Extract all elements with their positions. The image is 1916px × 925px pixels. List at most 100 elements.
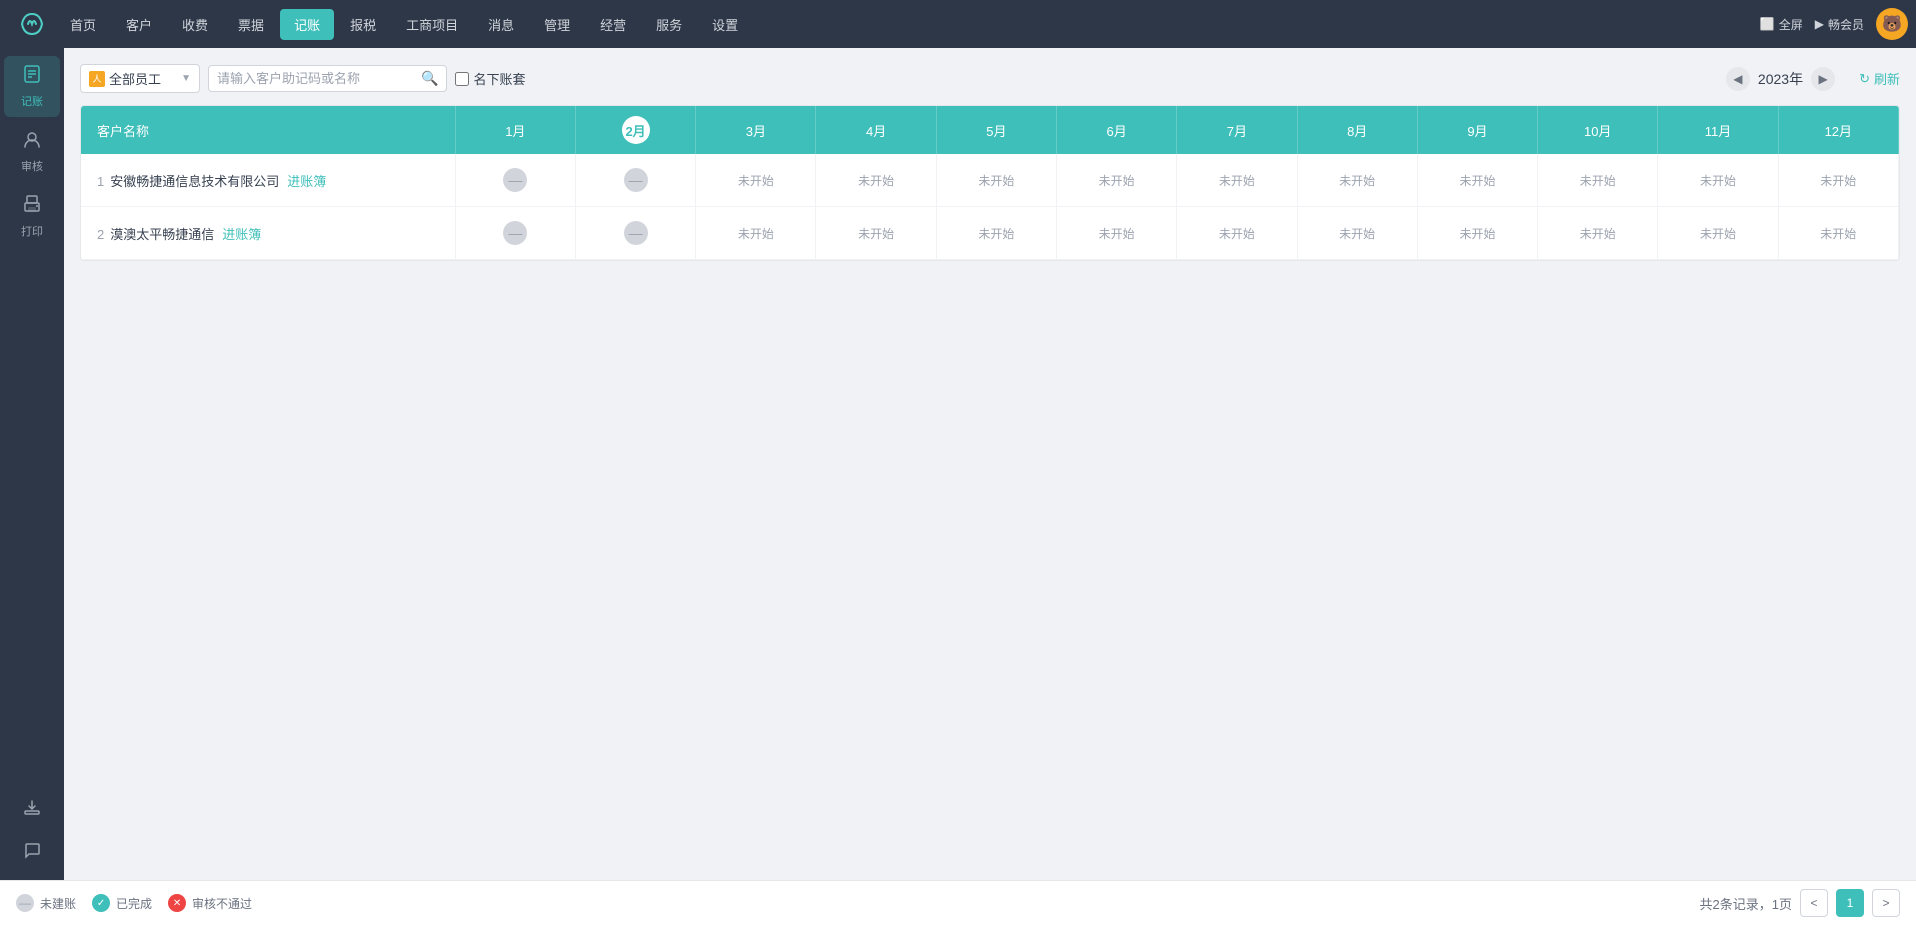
completed-label: 已完成 [116, 895, 152, 912]
top-navigation: 首页 客户 收费 票据 记账 报税 工商项目 消息 管理 经营 服务 设置 ⬜ … [0, 0, 1916, 48]
not-created-icon: — [16, 894, 34, 912]
toolbar: 人 全部员工 ▼ 🔍 名下账套 ◀ 2023年 ▶ ↻ 刷新 [80, 64, 1900, 93]
not-started-status: 未开始 [1700, 174, 1736, 188]
client-name-cell: 2漠澳太平畅捷通信进账簿 [81, 207, 455, 260]
not-started-status: 未开始 [1700, 227, 1736, 241]
my-accounts-checkbox-input[interactable] [455, 72, 469, 86]
sidebar-item-chat[interactable] [4, 833, 60, 872]
col-header-nov: 11月 [1658, 106, 1778, 154]
not-created-status: — [624, 168, 648, 192]
my-accounts-checkbox[interactable]: 名下账套 [455, 69, 525, 88]
month-cell-10: 未开始 [1538, 207, 1658, 260]
legend-rejected: ✕ 审核不通过 [168, 894, 252, 912]
enter-ledger-link[interactable]: 进账簿 [222, 227, 261, 242]
nav-home[interactable]: 首页 [56, 9, 110, 40]
col-header-dec: 12月 [1778, 106, 1898, 154]
col-header-may: 5月 [936, 106, 1056, 154]
not-started-status: 未开始 [1339, 174, 1375, 188]
not-started-status: 未开始 [978, 174, 1014, 188]
not-started-status: 未开始 [738, 227, 774, 241]
col-header-aug: 8月 [1297, 106, 1417, 154]
col-header-oct: 10月 [1538, 106, 1658, 154]
not-started-status: 未开始 [1459, 174, 1495, 188]
nav-service[interactable]: 服务 [642, 9, 696, 40]
year-navigation: ◀ 2023年 ▶ [1726, 67, 1835, 91]
sidebar-item-download[interactable] [4, 790, 60, 829]
search-icon[interactable]: 🔍 [421, 70, 438, 87]
nav-settings[interactable]: 设置 [698, 9, 752, 40]
sidebar-accounting-label: 记账 [21, 93, 43, 109]
print-icon [22, 194, 42, 219]
prev-page-button[interactable]: < [1800, 889, 1828, 917]
not-started-status: 未开始 [978, 227, 1014, 241]
month-cell-7: 未开始 [1177, 207, 1297, 260]
month-cell-5: 未开始 [936, 207, 1056, 260]
month-cell-6: 未开始 [1057, 154, 1177, 207]
sidebar-item-accounting[interactable]: 记账 [4, 56, 60, 117]
fullscreen-icon: ⬜ [1760, 17, 1775, 31]
page-1-button[interactable]: 1 [1836, 889, 1864, 917]
main-layout: 记账 审核 打印 [0, 48, 1916, 880]
month-cell-5: 未开始 [936, 154, 1056, 207]
col-header-jul: 7月 [1177, 106, 1297, 154]
month-cell-8: 未开始 [1297, 154, 1417, 207]
legend-not-created: — 未建账 [16, 894, 76, 912]
client-name: 安徽畅捷通信息技术有限公司 [110, 174, 279, 189]
nav-customer[interactable]: 客户 [112, 9, 166, 40]
refresh-button[interactable]: ↻ 刷新 [1859, 69, 1900, 88]
col-header-sep: 9月 [1417, 106, 1537, 154]
content-area: 人 全部员工 ▼ 🔍 名下账套 ◀ 2023年 ▶ ↻ 刷新 [64, 48, 1916, 880]
nav-operation[interactable]: 经营 [586, 9, 640, 40]
nav-message[interactable]: 消息 [474, 9, 528, 40]
nav-fee[interactable]: 收费 [168, 9, 222, 40]
footer: — 未建账 ✓ 已完成 ✕ 审核不通过 共2条记录，1页 < 1 > [0, 880, 1916, 925]
nav-invoice[interactable]: 票据 [224, 9, 278, 40]
month-cell-11: 未开始 [1658, 207, 1778, 260]
audit-icon [22, 129, 42, 154]
nav-accounting[interactable]: 记账 [280, 9, 334, 40]
sidebar-item-audit[interactable]: 审核 [4, 121, 60, 182]
rejected-icon: ✕ [168, 894, 186, 912]
month-cell-12: 未开始 [1778, 207, 1898, 260]
vip-label: 畅会员 [1828, 16, 1864, 33]
enter-ledger-link[interactable]: 进账簿 [287, 174, 326, 189]
col-header-mar: 3月 [696, 106, 816, 154]
sidebar-audit-label: 审核 [21, 158, 43, 174]
rejected-label: 审核不通过 [192, 895, 252, 912]
employee-select[interactable]: 人 全部员工 ▼ [80, 64, 200, 93]
nav-tax[interactable]: 报税 [336, 9, 390, 40]
sidebar-item-print[interactable]: 打印 [4, 186, 60, 247]
download-icon [23, 798, 41, 821]
fullscreen-label: 全屏 [1779, 16, 1803, 33]
completed-icon: ✓ [92, 894, 110, 912]
row-number: 2 [97, 227, 104, 242]
accounts-table: 客户名称 1月 2月 3月 4月 5月 6月 7月 8月 9月 10月 11月 [81, 106, 1899, 260]
not-created-status: — [503, 221, 527, 245]
next-year-button[interactable]: ▶ [1811, 67, 1835, 91]
nav-business[interactable]: 工商项目 [392, 9, 472, 40]
year-label: 2023年 [1758, 69, 1803, 89]
row-number: 1 [97, 174, 104, 189]
nav-menu: 首页 客户 收费 票据 记账 报税 工商项目 消息 管理 经营 服务 设置 [56, 9, 1760, 40]
col-header-apr: 4月 [816, 106, 936, 154]
fullscreen-button[interactable]: ⬜ 全屏 [1760, 16, 1803, 33]
month-cell-12: 未开始 [1778, 154, 1898, 207]
month-cell-3: 未开始 [696, 207, 816, 260]
nav-manage[interactable]: 管理 [530, 9, 584, 40]
not-created-status: — [624, 221, 648, 245]
not-started-status: 未开始 [1820, 227, 1856, 241]
not-started-status: 未开始 [1339, 227, 1375, 241]
month-cell-9: 未开始 [1417, 154, 1537, 207]
search-input[interactable] [217, 71, 417, 86]
sidebar-print-label: 打印 [21, 223, 43, 239]
search-box: 🔍 [208, 65, 447, 92]
next-page-button[interactable]: > [1872, 889, 1900, 917]
vip-button[interactable]: ▶ 畅会员 [1815, 16, 1864, 33]
month-cell-9: 未开始 [1417, 207, 1537, 260]
app-logo [8, 0, 56, 48]
not-started-status: 未开始 [1580, 227, 1616, 241]
not-started-status: 未开始 [1459, 227, 1495, 241]
user-avatar[interactable]: 🐻 [1876, 8, 1908, 40]
prev-year-button[interactable]: ◀ [1726, 67, 1750, 91]
month-cell-7: 未开始 [1177, 154, 1297, 207]
